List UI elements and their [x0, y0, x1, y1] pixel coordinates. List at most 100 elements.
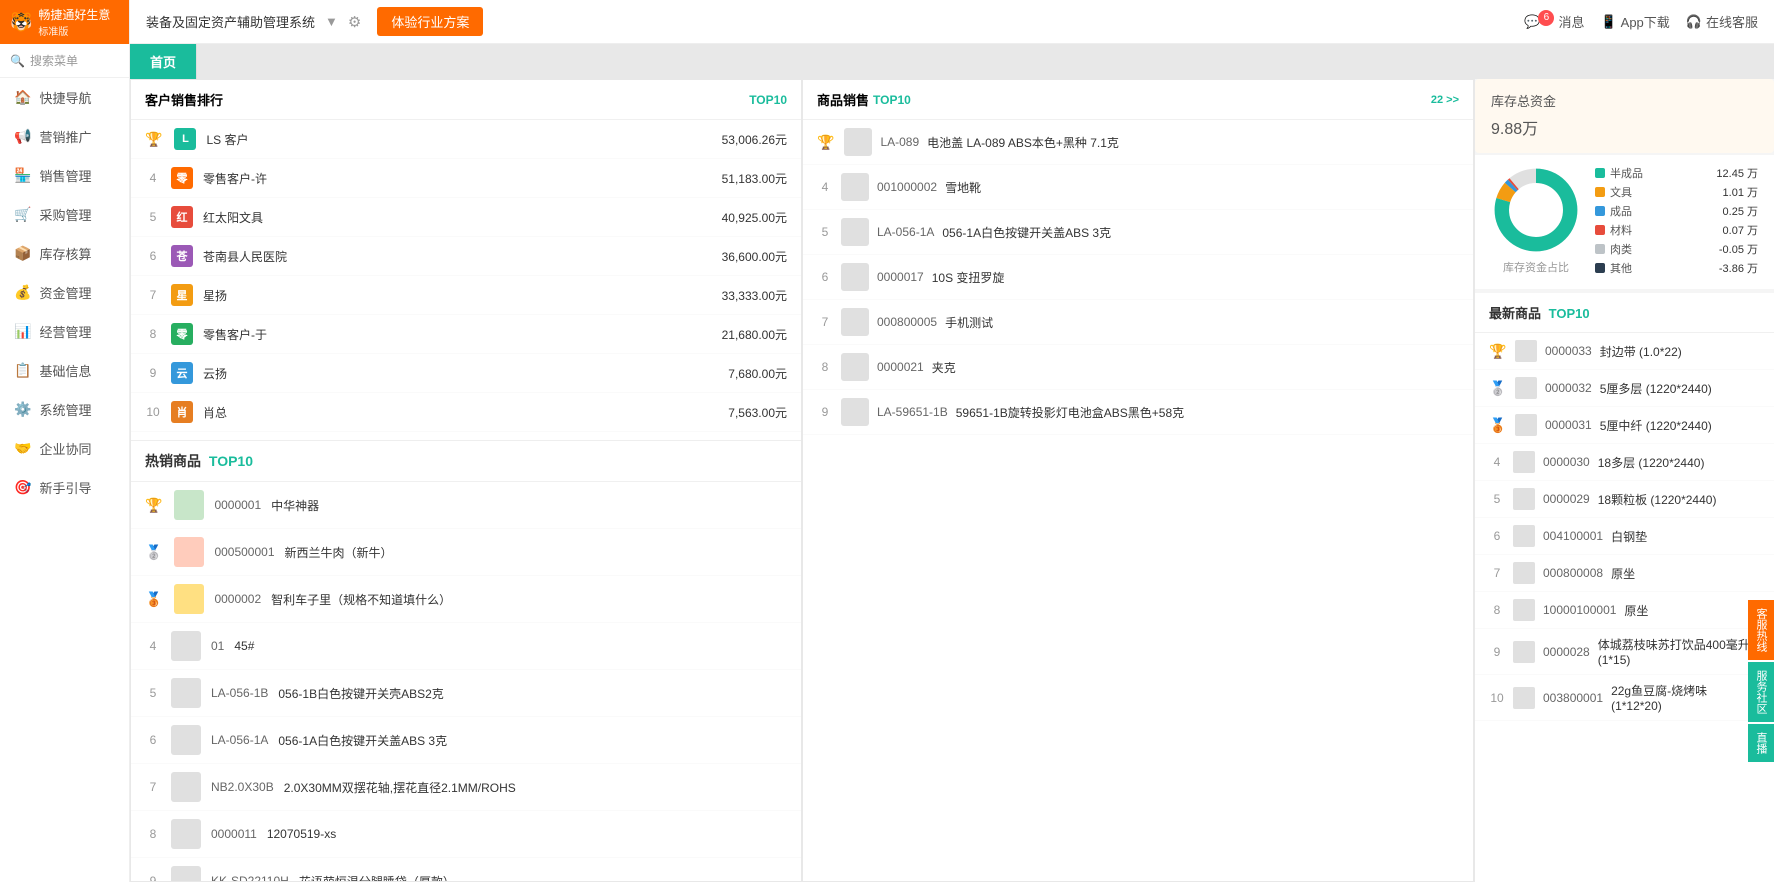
sidebar-item-system[interactable]: ⚙️ 系统管理	[0, 390, 129, 429]
guide-icon: 🎯	[14, 479, 31, 496]
customer-name: 肖总	[203, 404, 718, 421]
legend-label: 材料	[1610, 222, 1693, 238]
rank-number: 7	[145, 288, 161, 302]
product-code: 000500001	[214, 545, 274, 559]
search-menu[interactable]: 🔍 搜索菜单	[0, 44, 129, 78]
sidebar-item-basics[interactable]: 📋 基础信息	[0, 351, 129, 390]
float-btn-live[interactable]: 直播	[1748, 724, 1774, 762]
rank-badge: 苍	[171, 245, 193, 267]
product-code: KK-SD22110H	[211, 874, 289, 882]
legend-label: 文具	[1610, 184, 1693, 200]
legend-item: 半成品 12.45 万	[1595, 165, 1758, 181]
customer-name: 红太阳文具	[203, 209, 712, 226]
product-code: 000800005	[877, 315, 937, 329]
system-icon: ⚙️	[14, 401, 31, 418]
sidebar-item-operations[interactable]: 📊 经营管理	[0, 312, 129, 351]
content-area: 客户销售排行 TOP10 🏆 L LS 客户 53,006.26元 4 零	[130, 79, 1474, 882]
product-image	[841, 218, 869, 246]
np-name: 封边带 (1.0*22)	[1600, 343, 1760, 360]
sidebar-item-finance[interactable]: 💰 资金管理	[0, 273, 129, 312]
customer-amount: 7,680.00元	[728, 365, 787, 382]
np-code: 004100001	[1543, 529, 1603, 543]
new-product-row: 🥉 0000031 5厘中纤 (1220*2440)	[1475, 407, 1774, 444]
dropdown-icon[interactable]: ▼	[325, 14, 338, 29]
float-btn-community[interactable]: 服务社区	[1748, 662, 1774, 722]
customer-ranking-title: 客户销售排行	[145, 90, 223, 109]
np-name: 5厘中纤 (1220*2440)	[1600, 417, 1760, 434]
customer-amount: 33,333.00元	[722, 287, 787, 304]
hot-product-row: 🥉 0000002 智利车子里（规格不知道填什么）	[131, 576, 801, 623]
tab-home[interactable]: 首页	[130, 44, 197, 79]
product-name: 056-1A白色按键开关盖ABS 3克	[278, 732, 787, 749]
product-code: 0000011	[211, 827, 257, 841]
trial-button[interactable]: 体验行业方案	[377, 7, 483, 36]
new-products-header: 最新商品 TOP10	[1475, 293, 1774, 333]
app-download-btn[interactable]: 📱 App下载	[1600, 12, 1669, 31]
rank-number: 10	[145, 405, 161, 419]
product-row: 8 0000021 夹克	[803, 345, 1473, 390]
sidebar-item-quick-nav[interactable]: 🏠 快捷导航	[0, 78, 129, 117]
legend-value: 0.07 万	[1698, 222, 1758, 238]
sidebar-item-sales[interactable]: 🏪 销售管理	[0, 156, 129, 195]
legend-value: 1.01 万	[1698, 184, 1758, 200]
customer-name: LS 客户	[206, 131, 711, 148]
sidebar-item-inventory[interactable]: 📦 库存核算	[0, 234, 129, 273]
rank-number: 6	[145, 249, 161, 263]
np-image	[1513, 451, 1535, 473]
sidebar-label: 经营管理	[39, 322, 91, 341]
table-row: 9 云 云扬 7,680.00元	[131, 354, 801, 393]
sidebar-item-purchase[interactable]: 🛒 采购管理	[0, 195, 129, 234]
customer-amount: 51,183.00元	[722, 170, 787, 187]
product-image	[171, 772, 201, 802]
settings-icon[interactable]: ⚙	[348, 13, 361, 31]
np-name: 白钢垫	[1611, 528, 1760, 545]
np-code: 10000100001	[1543, 603, 1616, 617]
product-code: NB2.0X30B	[211, 780, 274, 794]
online-service-btn[interactable]: 🎧 在线客服	[1686, 12, 1758, 31]
product-code: LA-089	[880, 135, 919, 149]
trophy-icon: 🏆	[145, 131, 162, 148]
product-code: 0000001	[214, 498, 261, 512]
service-icon: 🎧	[1686, 14, 1702, 30]
rank-number: 7	[1489, 566, 1505, 580]
legend-label: 肉类	[1610, 241, 1693, 257]
np-name: 5厘多层 (1220*2440)	[1600, 380, 1760, 397]
marketing-icon: 📢	[14, 128, 31, 145]
hot-product-row: 5 LA-056-1B 056-1B白色按键开关壳ABS2克	[131, 670, 801, 717]
rank-number: 7	[145, 780, 161, 794]
new-product-row: 4 0000030 18多层 (1220*2440)	[1475, 444, 1774, 481]
new-product-row: 6 004100001 白钢垫	[1475, 518, 1774, 555]
product-row: 7 000800005 手机测试	[803, 300, 1473, 345]
product-ranking-header: 商品销售 TOP10 22 >>	[803, 80, 1473, 120]
customer-top10-badge: TOP10	[749, 93, 787, 107]
hot-title: 热销商品	[145, 453, 201, 469]
product-name: 59651-1B旋转投影灯电池盒ABS黑色+58克	[956, 404, 1459, 421]
product-image	[171, 678, 201, 708]
rank-badge: 肖	[171, 401, 193, 423]
hot-product-row: 🏆 0000001 中华神器	[131, 482, 801, 529]
inventory-title: 库存总资金	[1491, 91, 1758, 110]
sidebar-item-marketing[interactable]: 📢 营销推广	[0, 117, 129, 156]
search-icon: 🔍	[10, 54, 25, 68]
float-btn-service[interactable]: 客服热线	[1748, 600, 1774, 660]
system-title: 装备及固定资产辅助管理系统	[146, 12, 315, 31]
table-row: 7 星 星扬 33,333.00元	[131, 276, 801, 315]
sidebar-item-collab[interactable]: 🤝 企业协同	[0, 429, 129, 468]
product-image	[844, 128, 872, 156]
message-btn[interactable]: 💬 6 消息	[1524, 12, 1584, 31]
topbar: 装备及固定资产辅助管理系统 ▼ ⚙ 体验行业方案 💬 6 消息 📱 App下载 …	[130, 0, 1774, 44]
sidebar-item-guide[interactable]: 🎯 新手引导	[0, 468, 129, 507]
legend-value: -0.05 万	[1698, 241, 1758, 257]
np-image	[1513, 488, 1535, 510]
np-code: 0000030	[1543, 455, 1590, 469]
product-code: 001000002	[877, 180, 937, 194]
legend-item: 成品 0.25 万	[1595, 203, 1758, 219]
hot-product-row: 🥈 000500001 新西兰牛肉（新牛）	[131, 529, 801, 576]
product-name: 手机测试	[945, 314, 1459, 331]
np-image	[1513, 687, 1535, 709]
sidebar-label: 新手引导	[39, 478, 91, 497]
product-name: 12070519-xs	[267, 827, 787, 841]
product-image	[174, 490, 204, 520]
view-more-link[interactable]: 22 >>	[1431, 94, 1459, 106]
collab-icon: 🤝	[14, 440, 31, 457]
